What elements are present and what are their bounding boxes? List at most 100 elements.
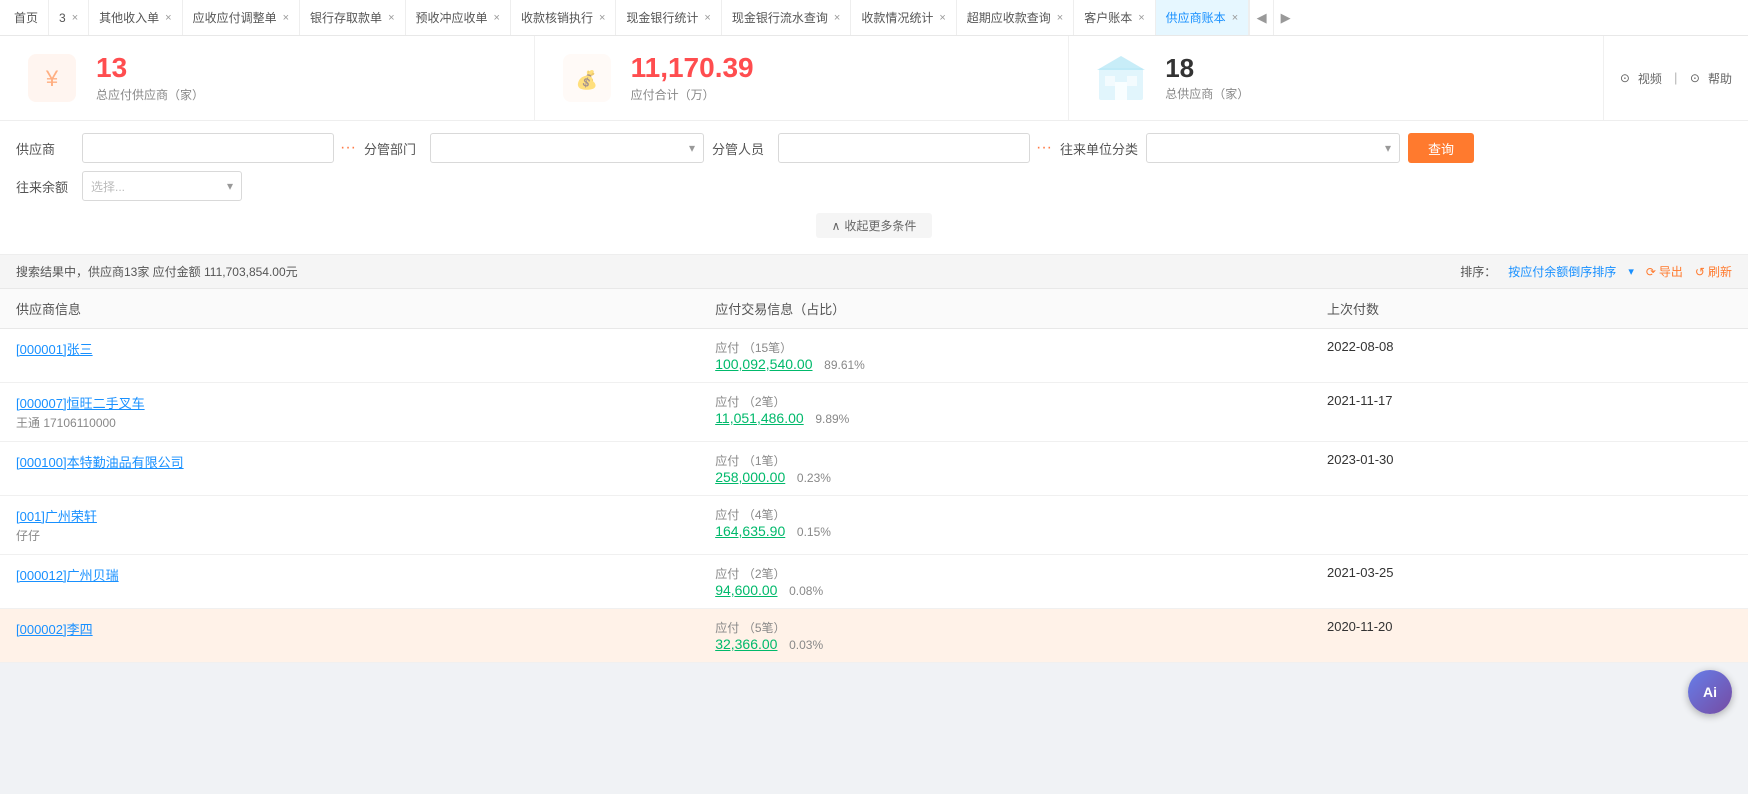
top-right-links: ⊙ 视频 ｜ ⊙ 帮助 (1604, 36, 1748, 120)
dept-filter-item: 分管部门 ▾ (364, 133, 704, 163)
tx-label: 应付 (715, 341, 739, 355)
tx-info-cell: 应付 （4笔） 164,635.90 0.15% (699, 496, 1311, 555)
nav-arrow-right[interactable]: ▶ (1273, 0, 1297, 36)
supplier-input[interactable] (82, 133, 334, 163)
supplier-picker-icon[interactable]: ··· (340, 139, 356, 157)
data-table-wrap: 供应商信息 应付交易信息（占比） 上次付数 [000001]张三 应付 （15笔… (0, 289, 1748, 663)
nav-tab-prepay[interactable]: 预收冲应收单 × (406, 0, 511, 36)
category-select[interactable]: ▾ (1146, 133, 1400, 163)
tx-info-cell: 应付 （2笔） 94,600.00 0.08% (699, 555, 1311, 609)
supplier-info-cell: [000100]本特勤油品有限公司 (0, 442, 699, 496)
export-button[interactable]: ⟳ 导出 (1646, 263, 1683, 280)
video-icon: ⊙ (1620, 71, 1630, 85)
table-row: [000002]李四 应付 （5笔） 32,366.00 0.03% 2020-… (0, 609, 1748, 663)
dept-select[interactable]: ▾ (430, 133, 704, 163)
nav-tab-3[interactable]: 3 × (49, 0, 89, 36)
supplier-info-cell: [000002]李四 (0, 609, 699, 663)
supplier-link[interactable]: [001]广州荣轩 (16, 509, 97, 524)
pct-text: 0.08% (789, 584, 823, 598)
amount-link[interactable]: 164,635.90 (715, 523, 785, 539)
supplier-link[interactable]: [000001]张三 (16, 342, 93, 357)
close-icon[interactable]: × (1138, 12, 1144, 24)
person-input[interactable] (778, 133, 1030, 163)
supplier-link[interactable]: [000012]广州贝瑞 (16, 568, 119, 583)
last-payment-cell: 2021-11-17 (1311, 383, 1748, 442)
close-icon[interactable]: × (599, 12, 605, 24)
close-icon[interactable]: × (494, 12, 500, 24)
nav-tab-collection-stats[interactable]: 收款情况统计 × (851, 0, 956, 36)
category-filter-label: 往来单位分类 (1060, 139, 1140, 158)
summary-card-payable-suppliers: ¥ 13 总应付供应商（家） (0, 36, 535, 120)
supplier-sub-info: 仔仔 (16, 527, 683, 544)
balance-filter-item: 往来余额 选择... ▾ (16, 171, 356, 201)
pct-text: 0.15% (797, 525, 831, 539)
total-suppliers-number: 18 (1165, 55, 1249, 81)
nav-tab-cash-flow[interactable]: 现金银行流水查询 × (722, 0, 851, 36)
last-payment-cell (1311, 496, 1748, 555)
col-tx-info: 应付交易信息（占比） (699, 289, 1311, 329)
close-icon[interactable]: × (939, 12, 945, 24)
nav-tab-collection[interactable]: 收款核销执行 × (511, 0, 616, 36)
payable-total-icon: 💰 (559, 50, 615, 106)
payable-suppliers-number: 13 (96, 54, 204, 82)
tx-count: （4笔） (743, 508, 786, 522)
balance-select[interactable]: 选择... ▾ (82, 171, 242, 201)
nav-tab-cash-stats[interactable]: 现金银行统计 × (616, 0, 721, 36)
close-icon[interactable]: × (704, 12, 710, 24)
supplier-filter-label: 供应商 (16, 139, 76, 158)
close-icon[interactable]: × (283, 12, 289, 24)
close-icon[interactable]: × (1057, 12, 1063, 24)
close-icon[interactable]: × (1232, 12, 1238, 24)
nav-tab-customer-ledger[interactable]: 客户账本 × (1074, 0, 1155, 36)
summary-bar: ¥ 13 总应付供应商（家） 💰 11,170.39 应付合计（万） (0, 36, 1748, 121)
supplier-link[interactable]: [000002]李四 (16, 622, 93, 637)
balance-filter-label: 往来余额 (16, 177, 76, 196)
tx-info-cell: 应付 （15笔） 100,092,540.00 89.61% (699, 329, 1311, 383)
table-row: [000100]本特勤油品有限公司 应付 （1笔） 258,000.00 0.2… (0, 442, 1748, 496)
nav-arrow-left[interactable]: ◀ (1249, 0, 1273, 36)
collapse-button[interactable]: ∧ 收起更多条件 (816, 213, 933, 238)
nav-tab-home[interactable]: 首页 (4, 0, 49, 36)
supplier-info-cell: [001]广州荣轩 仔仔 (0, 496, 699, 555)
amount-link[interactable]: 32,366.00 (715, 636, 777, 652)
amount-link[interactable]: 258,000.00 (715, 469, 785, 485)
query-button[interactable]: 查询 (1408, 133, 1474, 163)
close-icon[interactable]: × (834, 12, 840, 24)
amount-link[interactable]: 94,600.00 (715, 582, 777, 598)
sort-value[interactable]: 按应付余额倒序排序 (1508, 263, 1616, 280)
nav-tab-other-income[interactable]: 其他收入单 × (89, 0, 182, 36)
last-payment-cell: 2020-11-20 (1311, 609, 1748, 663)
store-icon (1093, 50, 1149, 106)
col-supplier-info: 供应商信息 (0, 289, 699, 329)
category-chevron-icon: ▾ (1385, 141, 1391, 155)
tx-count: （1笔） (743, 454, 786, 468)
amount-link[interactable]: 100,092,540.00 (715, 356, 812, 372)
filter-section: 供应商 ··· 分管部门 ▾ 分管人员 ··· 往来单位分类 ▾ 查询 (0, 121, 1748, 255)
nav-tab-overdue[interactable]: 超期应收款查询 × (957, 0, 1074, 36)
supplier-link[interactable]: [000100]本特勤油品有限公司 (16, 455, 184, 470)
svg-text:💰: 💰 (575, 69, 597, 91)
supplier-link[interactable]: [000007]恒旺二手叉车 (16, 396, 145, 411)
close-icon[interactable]: × (72, 12, 78, 24)
pct-text: 89.61% (824, 358, 865, 372)
close-icon[interactable]: × (388, 12, 394, 24)
video-link[interactable]: 视频 (1638, 70, 1662, 87)
result-right: 排序： 按应付余额倒序排序 ▾ ⟳ 导出 ↺ 刷新 (1460, 263, 1732, 280)
close-icon[interactable]: × (165, 12, 171, 24)
amount-link[interactable]: 11,051,486.00 (715, 410, 804, 426)
person-picker-icon[interactable]: ··· (1036, 139, 1052, 157)
nav-tab-adjustment[interactable]: 应收应付调整单 × (183, 0, 300, 36)
help-link[interactable]: 帮助 (1708, 70, 1732, 87)
top-nav: 首页 3 × 其他收入单 × 应收应付调整单 × 银行存取款单 × 预收冲应收单… (0, 0, 1748, 36)
supplier-info-cell: [000012]广州贝瑞 (0, 555, 699, 609)
tx-info-cell: 应付 （2笔） 11,051,486.00 9.89% (699, 383, 1311, 442)
supplier-table: 供应商信息 应付交易信息（占比） 上次付数 [000001]张三 应付 （15笔… (0, 289, 1748, 663)
nav-tab-supplier-ledger[interactable]: 供应商账本 × (1156, 0, 1249, 36)
nav-tab-bank[interactable]: 银行存取款单 × (300, 0, 405, 36)
collapse-up-icon: ∧ (832, 219, 841, 233)
pct-text: 0.03% (789, 638, 823, 652)
ai-button[interactable]: Ai (1688, 670, 1732, 714)
tx-info-cell: 应付 （1笔） 258,000.00 0.23% (699, 442, 1311, 496)
payable-total-label: 应付合计（万） (631, 86, 754, 103)
refresh-button[interactable]: ↺ 刷新 (1695, 263, 1732, 280)
